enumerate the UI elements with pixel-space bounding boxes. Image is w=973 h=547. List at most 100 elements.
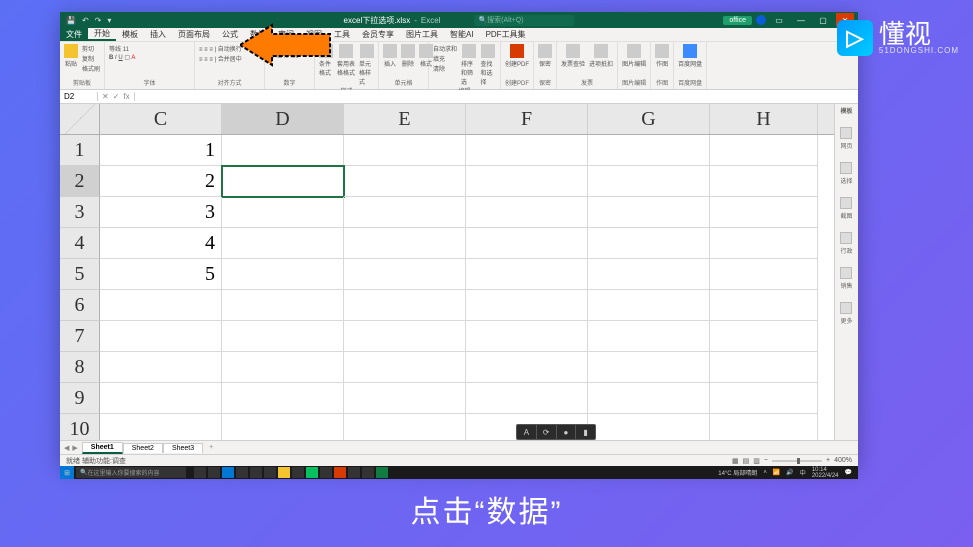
bold-button[interactable]: B — [109, 55, 113, 61]
fontsize-select[interactable]: 11 — [123, 47, 129, 53]
font-select[interactable]: 等线 — [109, 47, 121, 53]
cell-H6[interactable] — [710, 290, 818, 321]
sheet-tab-2[interactable]: Sheet2 — [123, 443, 163, 453]
fill-button[interactable]: 填充 — [433, 54, 457, 63]
tb-app-6[interactable] — [264, 467, 276, 478]
cell-D3[interactable] — [222, 197, 344, 228]
condformat-button[interactable]: 条件格式 — [319, 44, 333, 77]
col-header-e[interactable]: E — [344, 104, 466, 134]
tab-picture[interactable]: 图片工具 — [400, 28, 444, 41]
tab-review[interactable]: 审阅 — [272, 28, 300, 41]
cell-C6[interactable] — [100, 290, 222, 321]
cell-G9[interactable] — [588, 383, 710, 414]
cell-C7[interactable] — [100, 321, 222, 352]
find-button[interactable]: 查找和选择 — [481, 44, 496, 86]
tab-pdf[interactable]: PDF工具集 — [480, 28, 532, 41]
cell-F9[interactable] — [466, 383, 588, 414]
side-item-2[interactable]: 截图 — [840, 197, 852, 220]
select-all-corner[interactable] — [60, 104, 100, 134]
ft-btn-a[interactable]: A — [517, 425, 537, 439]
tab-insert[interactable]: 插入 — [144, 28, 172, 41]
invoice-a-button[interactable]: 发票查验 — [561, 44, 585, 68]
zoom-slider[interactable] — [772, 460, 822, 462]
tray-wifi-icon[interactable]: 📶 — [773, 469, 780, 476]
fontcolor-button[interactable]: A — [131, 55, 135, 61]
ft-btn-b[interactable]: ⟳ — [537, 425, 557, 439]
cell-E10[interactable] — [344, 414, 466, 440]
col-header-g[interactable]: G — [588, 104, 710, 134]
col-header-c[interactable]: C — [100, 104, 222, 134]
cell-G8[interactable] — [588, 352, 710, 383]
cell-E9[interactable] — [344, 383, 466, 414]
cell-C10[interactable] — [100, 414, 222, 440]
cell-H3[interactable] — [710, 197, 818, 228]
tab-view[interactable]: 视图 — [300, 28, 328, 41]
copy-button[interactable]: 复制 — [82, 54, 100, 63]
cell-G10[interactable] — [588, 414, 710, 440]
sheet-tab-3[interactable]: Sheet3 — [163, 443, 203, 453]
cell-F5[interactable] — [466, 259, 588, 290]
qat-more-icon[interactable]: ▾ — [107, 16, 111, 25]
col-header-f[interactable]: F — [466, 104, 588, 134]
cell-H9[interactable] — [710, 383, 818, 414]
tableformat-button[interactable]: 套用表格格式 — [337, 44, 355, 77]
side-item-5[interactable]: 更多 — [840, 302, 852, 325]
view-pagebreak-icon[interactable]: ▥ — [753, 457, 760, 465]
tb-app-13[interactable] — [362, 467, 374, 478]
cell-D1[interactable] — [222, 135, 344, 166]
cell-F7[interactable] — [466, 321, 588, 352]
tb-app-2[interactable] — [208, 467, 220, 478]
cell-F3[interactable] — [466, 197, 588, 228]
tray-ime-icon[interactable]: 中 — [800, 468, 806, 477]
cell-E1[interactable] — [344, 135, 466, 166]
row-header-3[interactable]: 3 — [60, 197, 100, 228]
cell-G4[interactable] — [588, 228, 710, 259]
cell-F4[interactable] — [466, 228, 588, 259]
sheet-next-icon[interactable]: ▶ — [72, 444, 77, 452]
side-item-0[interactable]: 网页 — [840, 127, 852, 150]
cell-C5[interactable]: 5 — [100, 259, 222, 290]
cell-E5[interactable] — [344, 259, 466, 290]
italic-button[interactable]: I — [115, 55, 117, 61]
tray-volume-icon[interactable]: 🔊 — [786, 469, 793, 476]
row-header-9[interactable]: 9 — [60, 383, 100, 414]
tray-chevron-icon[interactable]: ˄ — [763, 470, 767, 476]
tab-data[interactable]: 数据 — [244, 28, 272, 41]
tab-member[interactable]: 会员专享 — [356, 28, 400, 41]
cell-E3[interactable] — [344, 197, 466, 228]
tb-app-10[interactable] — [320, 467, 332, 478]
underline-button[interactable]: U — [118, 55, 122, 61]
delete-button[interactable]: 删除 — [401, 44, 415, 68]
tab-template[interactable]: 模板 — [116, 28, 144, 41]
cell-D9[interactable] — [222, 383, 344, 414]
start-button[interactable]: ⊞ — [60, 466, 74, 479]
cell-E7[interactable] — [344, 321, 466, 352]
invoice-b-button[interactable]: 进项抵扣 — [589, 44, 613, 68]
side-item-3[interactable]: 行政 — [840, 232, 852, 255]
office-badge[interactable]: office — [723, 16, 752, 25]
fx-icon[interactable]: fx — [123, 92, 129, 101]
ribbon-opts-icon[interactable]: ▭ — [770, 13, 788, 27]
qat-undo-icon[interactable]: ↶ — [82, 16, 89, 25]
cell-C3[interactable]: 3 — [100, 197, 222, 228]
cell-D8[interactable] — [222, 352, 344, 383]
col-header-h[interactable]: H — [710, 104, 818, 134]
cell-C4[interactable]: 4 — [100, 228, 222, 259]
tab-tools[interactable]: 工具 — [328, 28, 356, 41]
ft-btn-d[interactable]: ▮ — [576, 425, 595, 439]
row-header-4[interactable]: 4 — [60, 228, 100, 259]
sheet-prev-icon[interactable]: ◀ — [64, 444, 69, 452]
col-header-d[interactable]: D — [222, 104, 344, 134]
zoom-in-button[interactable]: + — [826, 457, 830, 464]
clear-button[interactable]: 清除 — [433, 64, 457, 73]
row-header-2[interactable]: 2 — [60, 166, 100, 197]
cell-F2[interactable] — [466, 166, 588, 197]
cell-E8[interactable] — [344, 352, 466, 383]
zoom-level[interactable]: 400% — [834, 457, 852, 464]
cell-G2[interactable] — [588, 166, 710, 197]
numformat-btns[interactable]: % ‰ .0 .00 — [269, 54, 299, 60]
cell-D2[interactable] — [222, 166, 344, 197]
baidu-button[interactable]: 百度网盘 — [678, 44, 702, 68]
cell-G5[interactable] — [588, 259, 710, 290]
cell-E6[interactable] — [344, 290, 466, 321]
